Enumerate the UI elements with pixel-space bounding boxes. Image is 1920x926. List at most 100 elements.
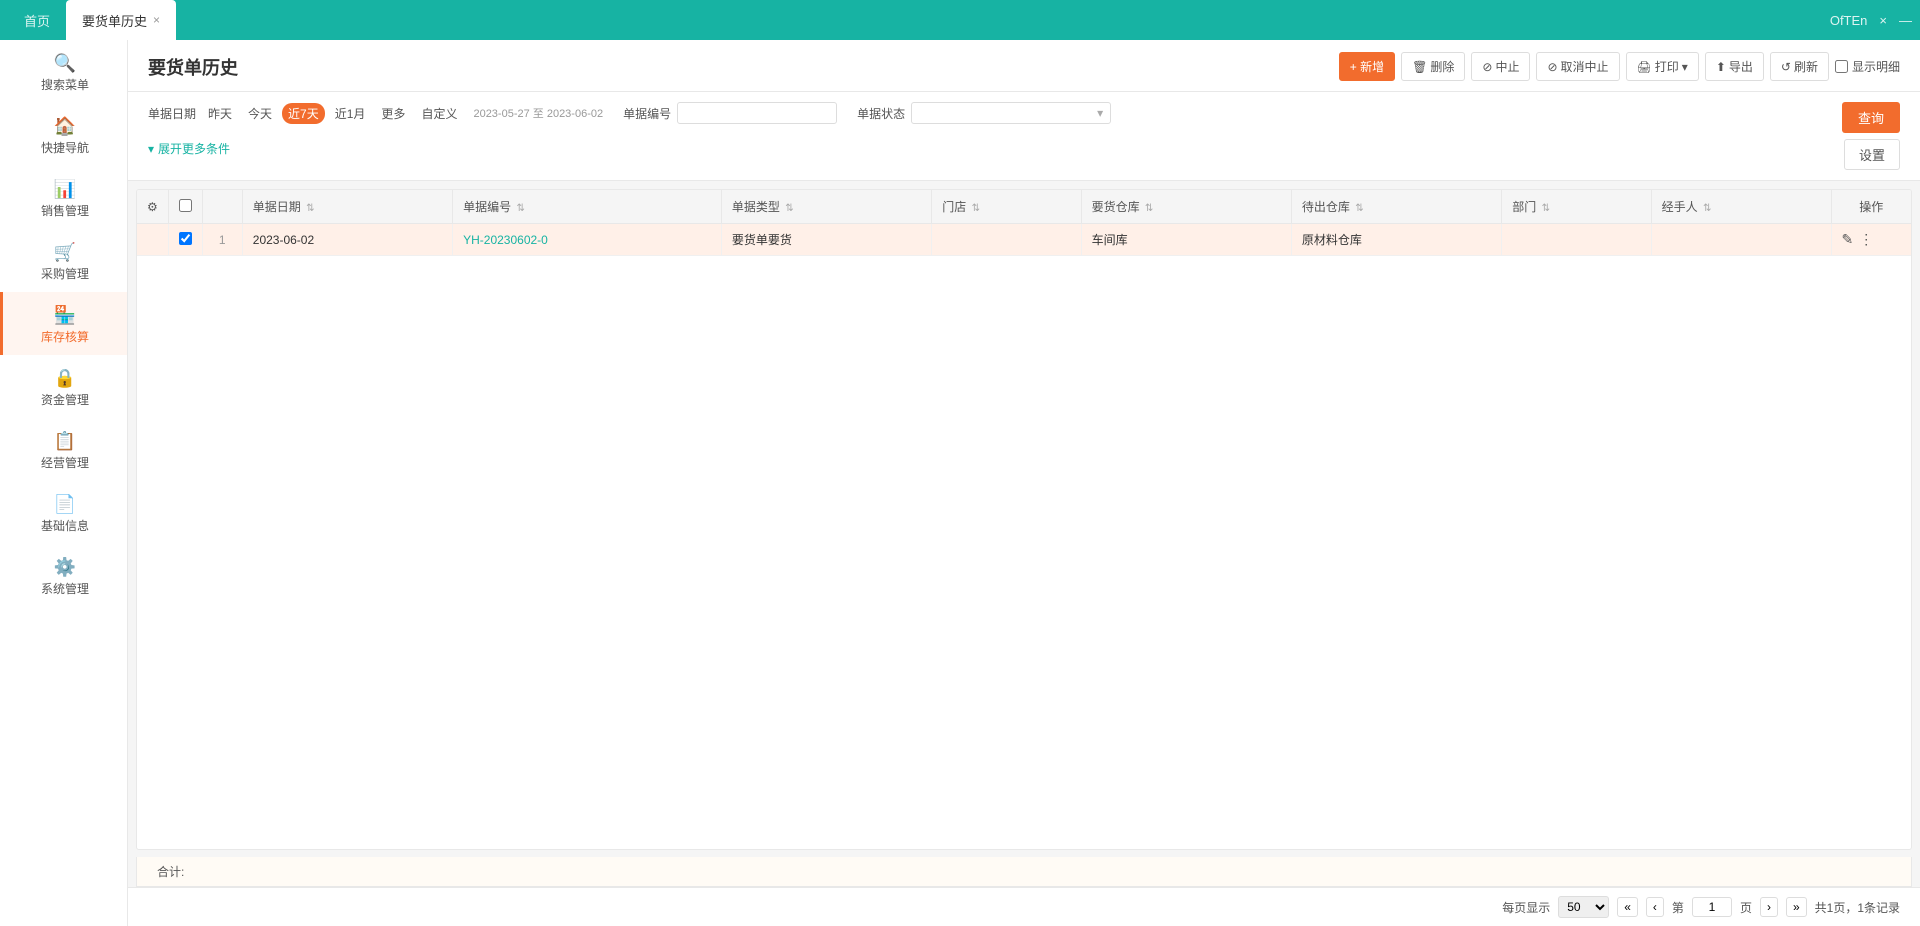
sidebar-item-system[interactable]: ⚙️ 系统管理	[0, 544, 127, 607]
display-detail-checkbox[interactable]	[1835, 60, 1848, 73]
col-department[interactable]: 部门 ⇅	[1502, 190, 1651, 224]
col-doc-number[interactable]: 单据编号 ⇅	[453, 190, 722, 224]
row-num: 1	[202, 224, 242, 256]
cancel-stop-button[interactable]: ⊘ 取消中止	[1536, 52, 1619, 81]
date-btn-today[interactable]: 今天	[242, 103, 278, 124]
col-req-warehouse[interactable]: 要货仓库 ⇅	[1081, 190, 1291, 224]
first-page-btn[interactable]: «	[1617, 897, 1638, 917]
delete-button[interactable]: 🗑 删除	[1401, 52, 1465, 81]
cancel-stop-label: 取消中止	[1561, 58, 1609, 75]
col-req-warehouse-label: 要货仓库	[1092, 200, 1140, 214]
date-shortcuts: 昨天 今天 近7天 近1月 更多 自定义	[202, 103, 463, 124]
sidebar-item-finance[interactable]: 🔒 资金管理	[0, 355, 127, 418]
next-page-btn[interactable]: ›	[1760, 897, 1778, 917]
sidebar-item-sales[interactable]: 📊 销售管理	[0, 166, 127, 229]
export-icon: ⬆	[1716, 60, 1726, 74]
delete-button-label: 删除	[1430, 58, 1454, 75]
toolbar: + 新增 🗑 删除 ⊘ 中止 ⊘ 取消中止 🖨	[1339, 52, 1900, 81]
col-doc-number-label: 单据编号	[463, 200, 511, 214]
col-handler[interactable]: 经手人 ⇅	[1651, 190, 1831, 224]
sort-department-icon: ⇅	[1542, 203, 1550, 214]
last-page-btn[interactable]: »	[1786, 897, 1807, 917]
sidebar-item-quick-nav[interactable]: 🏠 快捷导航	[0, 103, 127, 166]
page-size-label: 每页显示	[1502, 899, 1550, 916]
sidebar-item-operations[interactable]: 📋 经营管理	[0, 418, 127, 481]
expand-more-btn[interactable]: ▾ 展开更多条件	[148, 140, 1111, 157]
col-actions-label: 操作	[1859, 200, 1883, 214]
col-pending-warehouse[interactable]: 待出仓库 ⇅	[1291, 190, 1501, 224]
sidebar-item-search-label: 搜索菜单	[41, 76, 89, 93]
date-btn-custom[interactable]: 自定义	[415, 103, 463, 124]
doc-number-link[interactable]: YH-20230602-0	[463, 233, 548, 247]
sort-doc-number-icon: ⇅	[516, 203, 524, 214]
window-minimize-icon[interactable]: —	[1899, 13, 1912, 28]
date-btn-7days[interactable]: 近7天	[282, 103, 325, 124]
sidebar-item-purchase[interactable]: 🛒 采购管理	[0, 229, 127, 292]
export-label: 导出	[1729, 58, 1753, 75]
sidebar-item-inventory-label: 库存核算	[41, 328, 89, 345]
row-checkbox-cell	[168, 224, 202, 256]
date-btn-yesterday[interactable]: 昨天	[202, 103, 238, 124]
col-store[interactable]: 门店 ⇅	[932, 190, 1081, 224]
date-btn-1month[interactable]: 近1月	[329, 103, 372, 124]
inventory-icon: 🏪	[54, 306, 76, 324]
doc-number-input[interactable]	[677, 102, 837, 124]
tab-requisition-history[interactable]: 要货单历史 ×	[66, 0, 176, 40]
sort-req-warehouse-icon: ⇅	[1145, 203, 1153, 214]
row-checkbox[interactable]	[179, 232, 192, 245]
refresh-label: 刷新	[1794, 58, 1818, 75]
row-req-warehouse: 车间库	[1081, 224, 1291, 256]
content-area: 要货单历史 + 新增 🗑 删除 ⊘ 中止 ⊘ 取消中止	[128, 40, 1920, 926]
window-close-icon[interactable]: ×	[1879, 13, 1887, 28]
prev-page-btn[interactable]: ‹	[1646, 897, 1664, 917]
sort-handler-icon: ⇅	[1703, 203, 1711, 214]
date-btn-more[interactable]: 更多	[375, 103, 411, 124]
tab-home[interactable]: 首页	[8, 0, 66, 40]
table-container: ⚙ 单据日期 ⇅ 单据编号 ⇅	[136, 189, 1912, 850]
status-label: 单据状态	[857, 105, 905, 122]
sidebar-item-search-menu[interactable]: 🔍 搜索菜单	[0, 40, 127, 103]
refresh-button[interactable]: ↺ 刷新	[1770, 52, 1829, 81]
filter-right: 查询 设置	[1842, 102, 1900, 170]
query-button[interactable]: 查询	[1842, 102, 1900, 133]
table-row[interactable]: 1 2023-06-02 YH-20230602-0 要货单要货 车间库 原材料…	[137, 224, 1911, 256]
sort-store-icon: ⇅	[972, 203, 980, 214]
new-button[interactable]: + 新增	[1339, 52, 1395, 81]
page-number-input[interactable]	[1692, 897, 1732, 917]
col-doc-date[interactable]: 单据日期 ⇅	[242, 190, 452, 224]
sort-doc-date-icon: ⇅	[306, 203, 314, 214]
row-doc-type: 要货单要货	[721, 224, 931, 256]
col-settings[interactable]: ⚙	[137, 190, 168, 224]
delete-action-icon[interactable]: ⋮	[1859, 231, 1873, 248]
display-detail-toggle[interactable]: 显示明细	[1835, 58, 1900, 75]
col-doc-type[interactable]: 单据类型 ⇅	[721, 190, 931, 224]
purchase-icon: 🛒	[54, 243, 76, 261]
table-header-row: ⚙ 单据日期 ⇅ 单据编号 ⇅	[137, 190, 1911, 224]
edit-action-icon[interactable]: ✎	[1842, 231, 1854, 248]
row-doc-number[interactable]: YH-20230602-0	[453, 224, 722, 256]
tab-close-icon[interactable]: ×	[153, 13, 160, 27]
refresh-icon: ↺	[1781, 60, 1791, 74]
sidebar-item-finance-label: 资金管理	[41, 391, 89, 408]
filter-area: 单据日期 昨天 今天 近7天 近1月 更多 自定义 2023-05-27 至 2…	[128, 92, 1920, 181]
select-all-checkbox[interactable]	[179, 199, 192, 212]
new-button-label: + 新增	[1350, 58, 1384, 75]
tab-home-label: 首页	[24, 11, 50, 30]
export-button[interactable]: ⬆ 导出	[1705, 52, 1764, 81]
print-button[interactable]: 🖨 打印 ▾	[1626, 52, 1699, 81]
page-header: 要货单历史 + 新增 🗑 删除 ⊘ 中止 ⊘ 取消中止	[128, 40, 1920, 92]
sidebar-item-basic-info[interactable]: 📄 基础信息	[0, 481, 127, 544]
top-bar: 首页 要货单历史 × OfTEn × —	[0, 0, 1920, 40]
delete-icon: 🗑	[1412, 60, 1427, 74]
sort-doc-type-icon: ⇅	[785, 203, 793, 214]
tab-requisition-label: 要货单历史	[82, 11, 147, 30]
col-num	[202, 190, 242, 224]
operations-icon: 📋	[54, 432, 76, 450]
status-input[interactable]	[911, 102, 1111, 124]
stop-button-label: 中止	[1495, 58, 1519, 75]
page-size-select[interactable]: 20 50 100	[1558, 896, 1609, 918]
settings-button[interactable]: 设置	[1844, 139, 1900, 170]
stop-button[interactable]: ⊘ 中止	[1471, 52, 1530, 81]
sidebar-item-inventory[interactable]: 🏪 库存核算	[0, 292, 127, 355]
expand-more-label: 展开更多条件	[158, 140, 230, 157]
